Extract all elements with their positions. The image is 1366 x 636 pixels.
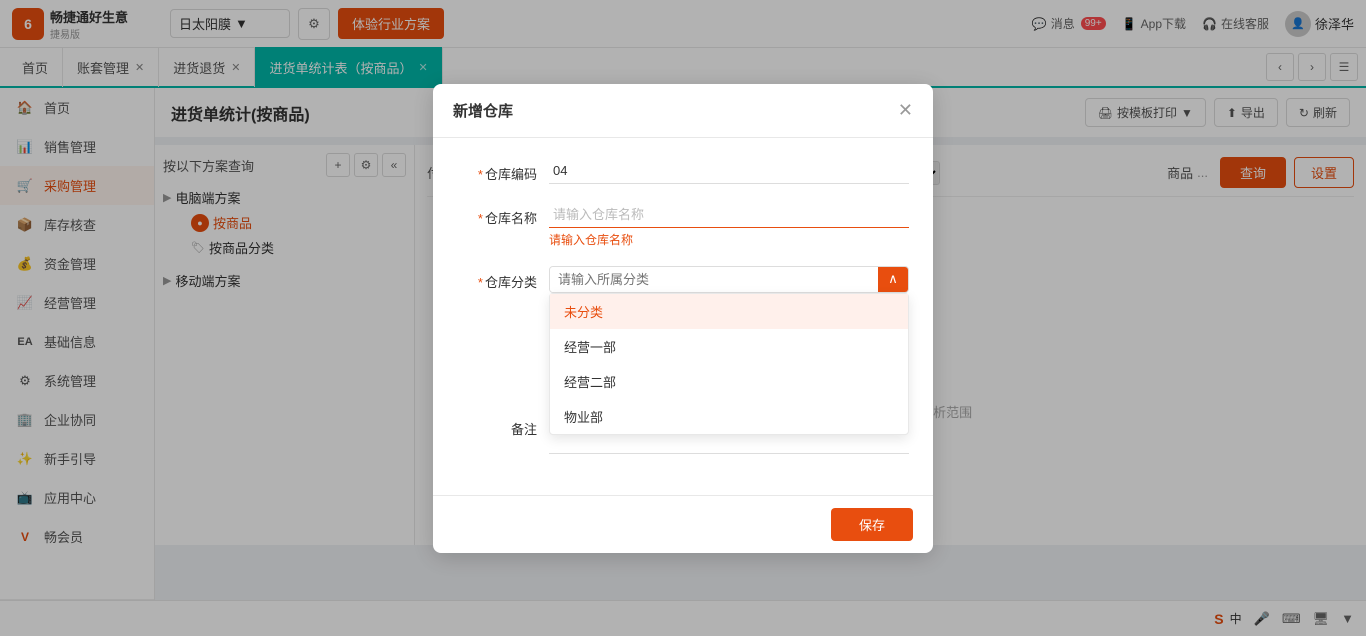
warehouse-code-input-wrap [549, 158, 909, 184]
dropdown-item-uncategorized[interactable]: 未分类 [550, 294, 908, 329]
warehouse-modal: 新增仓库 ✕ *仓库编码 *仓库名称 请输入仓库名称 [433, 84, 933, 553]
warehouse-code-input[interactable] [549, 158, 909, 184]
warehouse-name-input-wrap: 请输入仓库名称 [549, 202, 909, 248]
category-combo: ∧ [549, 266, 909, 293]
save-button[interactable]: 保存 [831, 508, 913, 541]
dropdown-item-dept1[interactable]: 经营一部 [550, 329, 908, 364]
form-row-name: *仓库名称 请输入仓库名称 [457, 202, 909, 248]
warehouse-category-input[interactable] [550, 267, 878, 292]
dropdown-item-dept2[interactable]: 经营二部 [550, 364, 908, 399]
warehouse-name-input[interactable] [549, 202, 909, 228]
modal-footer: 保存 [433, 495, 933, 553]
warehouse-code-label: *仓库编码 [457, 158, 537, 183]
modal-overlay: 新增仓库 ✕ *仓库编码 *仓库名称 请输入仓库名称 [0, 0, 1366, 636]
warehouse-category-label: *仓库分类 [457, 266, 537, 291]
form-row-code: *仓库编码 [457, 158, 909, 184]
modal-header: 新增仓库 ✕ [433, 84, 933, 138]
warehouse-name-label: *仓库名称 [457, 202, 537, 227]
modal-title: 新增仓库 [453, 100, 513, 121]
note-label: 备注 [457, 413, 537, 438]
warehouse-category-input-wrap: ∧ 未分类 经营一部 经营二部 物业部 [549, 266, 909, 293]
modal-body: *仓库编码 *仓库名称 请输入仓库名称 *仓库分类 [433, 138, 933, 495]
dropdown-item-dept3[interactable]: 物业部 [550, 399, 908, 434]
category-arrow-button[interactable]: ∧ [878, 267, 908, 292]
category-dropdown: 未分类 经营一部 经营二部 物业部 [549, 293, 909, 435]
warehouse-name-error: 请输入仓库名称 [549, 231, 909, 248]
form-row-category: *仓库分类 ∧ 未分类 经营一部 经营二部 物业部 [457, 266, 909, 293]
modal-close-button[interactable]: ✕ [898, 100, 913, 121]
